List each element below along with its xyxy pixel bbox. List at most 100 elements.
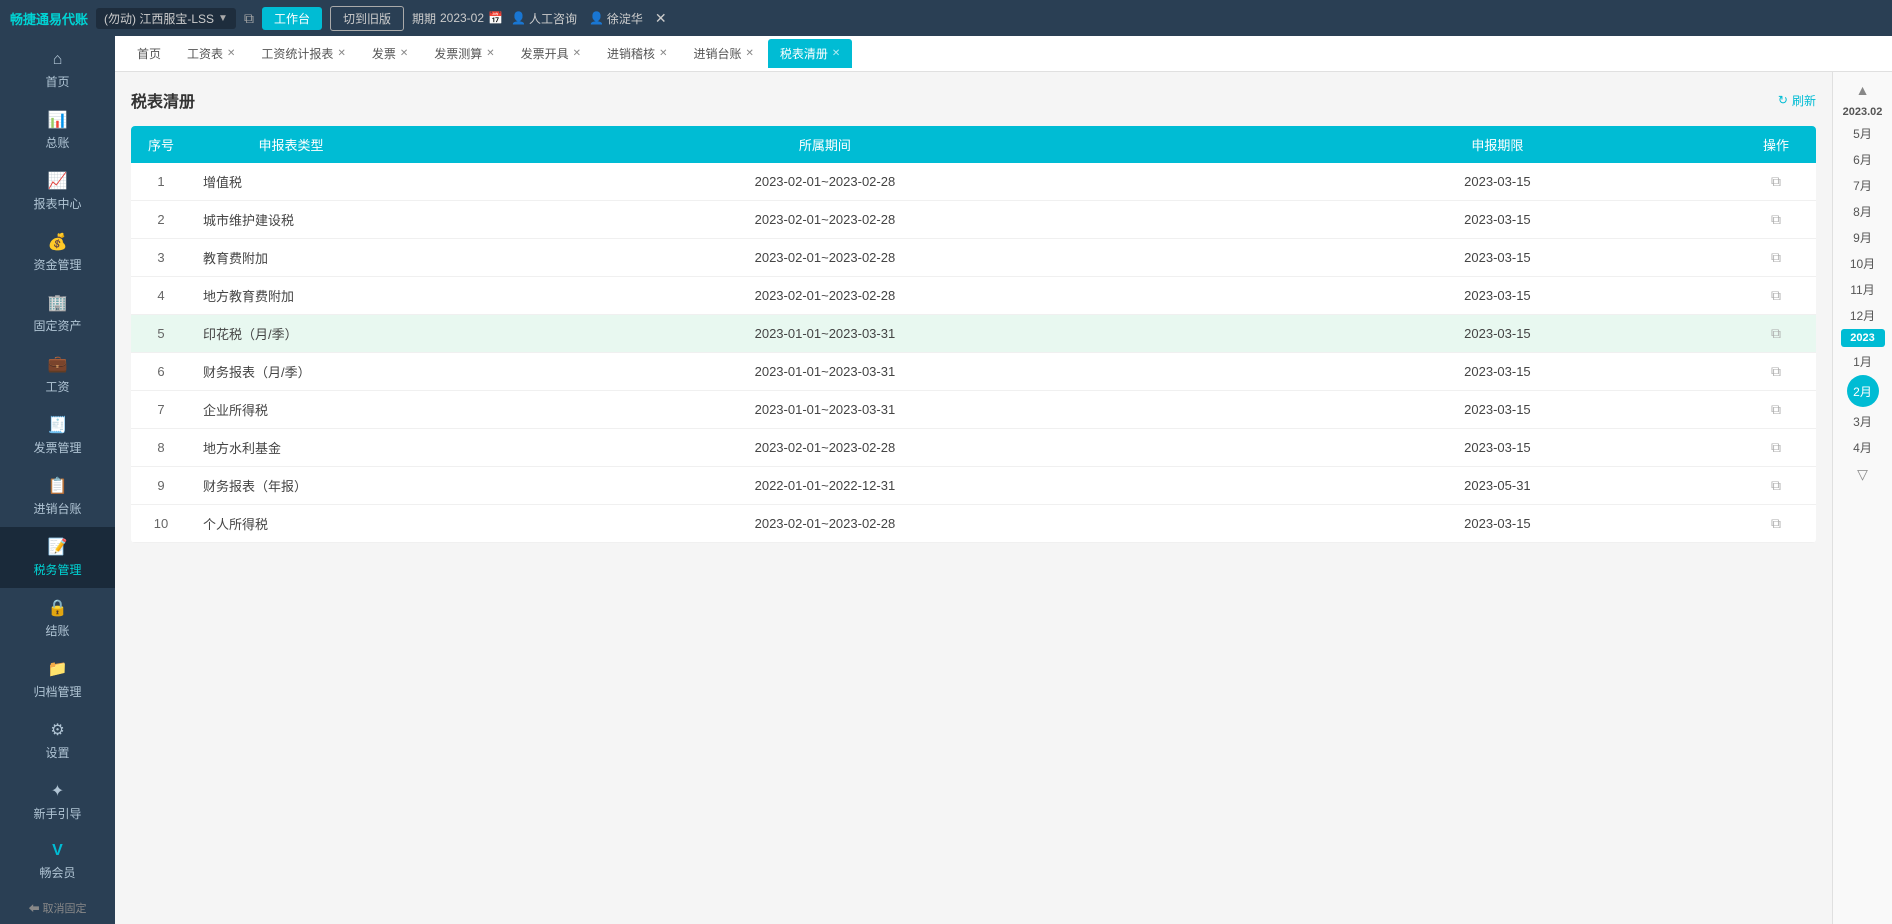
tab-salary-report-close[interactable]: ✕ [337, 48, 345, 59]
workbench-button[interactable]: 工作台 [262, 7, 322, 30]
cell-no: 2 [131, 201, 191, 239]
tab-purchase-ledger[interactable]: 进销台账 ✕ [681, 39, 765, 68]
tab-purchase-verify-close[interactable]: ✕ [659, 48, 667, 59]
sidebar-item-invoice[interactable]: 🧾 发票管理 [0, 405, 115, 466]
sidebar-item-settings[interactable]: ⚙ 设置 [0, 710, 115, 771]
cell-action: ⧉ [1736, 429, 1816, 467]
tab-invoice-calc-close[interactable]: ✕ [486, 48, 494, 59]
cell-type: 城市维护建设税 [191, 201, 391, 239]
copy-button[interactable]: ⧉ [244, 10, 254, 27]
sidebar-item-close[interactable]: 🔒 结账 [0, 588, 115, 649]
sidebar-item-report[interactable]: 📈 报表中心 [0, 161, 115, 222]
cell-period: 2023-02-01~2023-02-28 [391, 429, 1259, 467]
sidebar-label-funds: 资金管理 [33, 256, 81, 273]
panel-up-arrow[interactable]: ▲ [1849, 76, 1877, 104]
sidebar-item-salary[interactable]: 💼 工资 [0, 344, 115, 405]
panel-down-arrow[interactable]: ▽ [1849, 460, 1877, 488]
tab-invoice[interactable]: 发票 ✕ [360, 39, 420, 68]
sidebar-item-guide[interactable]: ✦ 新手引导 [0, 771, 115, 832]
switch-old-button[interactable]: 切到旧版 [330, 6, 404, 31]
table-row: 5 印花税（月/季） 2023-01-01~2023-03-31 2023-03… [131, 315, 1816, 353]
sidebar-item-home[interactable]: ⌂ 首页 [0, 41, 115, 100]
cell-action: ⧉ [1736, 315, 1816, 353]
tab-home[interactable]: 首页 [125, 39, 173, 68]
action-view-icon[interactable]: ⧉ [1771, 173, 1781, 189]
user-menu-button[interactable]: 👤 徐淀华 [589, 10, 643, 27]
sidebar-label-report: 报表中心 [33, 195, 81, 212]
month-item-2-active[interactable]: 2月 [1847, 375, 1879, 407]
month-item-6[interactable]: 6月 [1841, 147, 1885, 171]
action-view-icon[interactable]: ⧉ [1771, 325, 1781, 341]
funds-icon: 💰 [48, 232, 68, 252]
tab-purchase-verify[interactable]: 进销稽核 ✕ [595, 39, 679, 68]
action-view-icon[interactable]: ⧉ [1771, 515, 1781, 531]
table-header-row: 序号 申报表类型 所属期间 申报期限 操作 [131, 126, 1816, 163]
month-item-5[interactable]: 5月 [1841, 121, 1885, 145]
action-view-icon[interactable]: ⧉ [1771, 401, 1781, 417]
cell-period: 2023-02-01~2023-02-28 [391, 277, 1259, 315]
month-item-7[interactable]: 7月 [1841, 173, 1885, 197]
tab-salary-report[interactable]: 工资统计报表 ✕ [249, 39, 357, 68]
company-name: (勿动) 江西服宝-LSS [104, 10, 214, 27]
action-view-icon[interactable]: ⧉ [1771, 477, 1781, 493]
sidebar-item-fixed[interactable]: 🏢 固定资产 [0, 283, 115, 344]
action-view-icon[interactable]: ⧉ [1771, 287, 1781, 303]
cell-action: ⧉ [1736, 163, 1816, 201]
sidebar-unpin-footer[interactable]: ⬅ 取消固定 [0, 892, 115, 924]
col-header-no: 序号 [131, 126, 191, 163]
reconcile-icon: 📋 [48, 476, 68, 496]
sidebar-label-home: 首页 [45, 73, 69, 90]
tab-tax-clear[interactable]: 税表清册 ✕ [768, 39, 852, 68]
tab-tax-clear-close[interactable]: ✕ [832, 48, 840, 59]
cell-type: 印花税（月/季） [191, 315, 391, 353]
cell-deadline: 2023-03-15 [1259, 315, 1736, 353]
month-item-10[interactable]: 10月 [1841, 251, 1885, 275]
sidebar-item-tax[interactable]: 📝 税务管理 [0, 527, 115, 588]
sidebar-item-funds[interactable]: 💰 资金管理 [0, 222, 115, 283]
tab-invoice-close[interactable]: ✕ [400, 48, 408, 59]
action-view-icon[interactable]: ⧉ [1771, 439, 1781, 455]
month-item-3[interactable]: 3月 [1841, 409, 1885, 433]
cell-period: 2023-01-01~2023-03-31 [391, 315, 1259, 353]
tax-icon: 📝 [48, 537, 68, 557]
action-view-icon[interactable]: ⧉ [1771, 363, 1781, 379]
settings-icon: ⚙ [50, 720, 64, 740]
cell-action: ⧉ [1736, 353, 1816, 391]
month-item-4[interactable]: 4月 [1841, 435, 1885, 459]
cell-deadline: 2023-03-15 [1259, 277, 1736, 315]
refresh-icon: ↻ [1778, 93, 1788, 107]
month-item-1[interactable]: 1月 [1841, 349, 1885, 373]
action-view-icon[interactable]: ⧉ [1771, 249, 1781, 265]
cell-deadline: 2023-03-15 [1259, 505, 1736, 543]
sidebar-item-archive[interactable]: 📁 归档管理 [0, 649, 115, 710]
tab-salary[interactable]: 工资表 ✕ [175, 39, 247, 68]
calendar-icon[interactable]: 📅 [488, 11, 503, 25]
tab-purchase-ledger-close[interactable]: ✕ [745, 48, 753, 59]
action-view-icon[interactable]: ⧉ [1771, 211, 1781, 227]
cell-period: 2023-02-01~2023-02-28 [391, 239, 1259, 277]
fixed-icon: 🏢 [48, 293, 68, 313]
close-window-button[interactable]: ✕ [655, 10, 667, 27]
sidebar-label-archive: 归档管理 [33, 683, 81, 700]
company-selector[interactable]: (勿动) 江西服宝-LSS ▼ [96, 8, 236, 29]
cell-period: 2023-02-01~2023-02-28 [391, 201, 1259, 239]
col-header-action: 操作 [1736, 126, 1816, 163]
human-consult-button[interactable]: 👤 人工咨询 [511, 10, 577, 27]
tab-invoice-calc[interactable]: 发票测算 ✕ [422, 39, 506, 68]
month-item-9[interactable]: 9月 [1841, 225, 1885, 249]
tab-salary-close[interactable]: ✕ [227, 48, 235, 59]
month-item-11[interactable]: 11月 [1841, 277, 1885, 301]
month-item-8[interactable]: 8月 [1841, 199, 1885, 223]
cell-type: 增值税 [191, 163, 391, 201]
panel-header-label: 2023.02 [1843, 104, 1883, 120]
month-item-12[interactable]: 12月 [1841, 303, 1885, 327]
app-logo: 畅捷通易代账 [10, 9, 88, 28]
sidebar-item-reconcile[interactable]: 📋 进销台账 [0, 466, 115, 527]
refresh-button[interactable]: ↻ 刷新 [1778, 92, 1816, 109]
tab-invoice-open[interactable]: 发票开具 ✕ [509, 39, 593, 68]
sidebar: ⌂ 首页 📊 总账 📈 报表中心 💰 资金管理 🏢 固定资产 💼 工资 🧾 发票… [0, 36, 115, 924]
sidebar-item-ledger[interactable]: 📊 总账 [0, 100, 115, 161]
cell-type: 个人所得税 [191, 505, 391, 543]
tab-invoice-open-close[interactable]: ✕ [573, 48, 581, 59]
sidebar-item-member[interactable]: V 畅会员 [0, 832, 115, 891]
